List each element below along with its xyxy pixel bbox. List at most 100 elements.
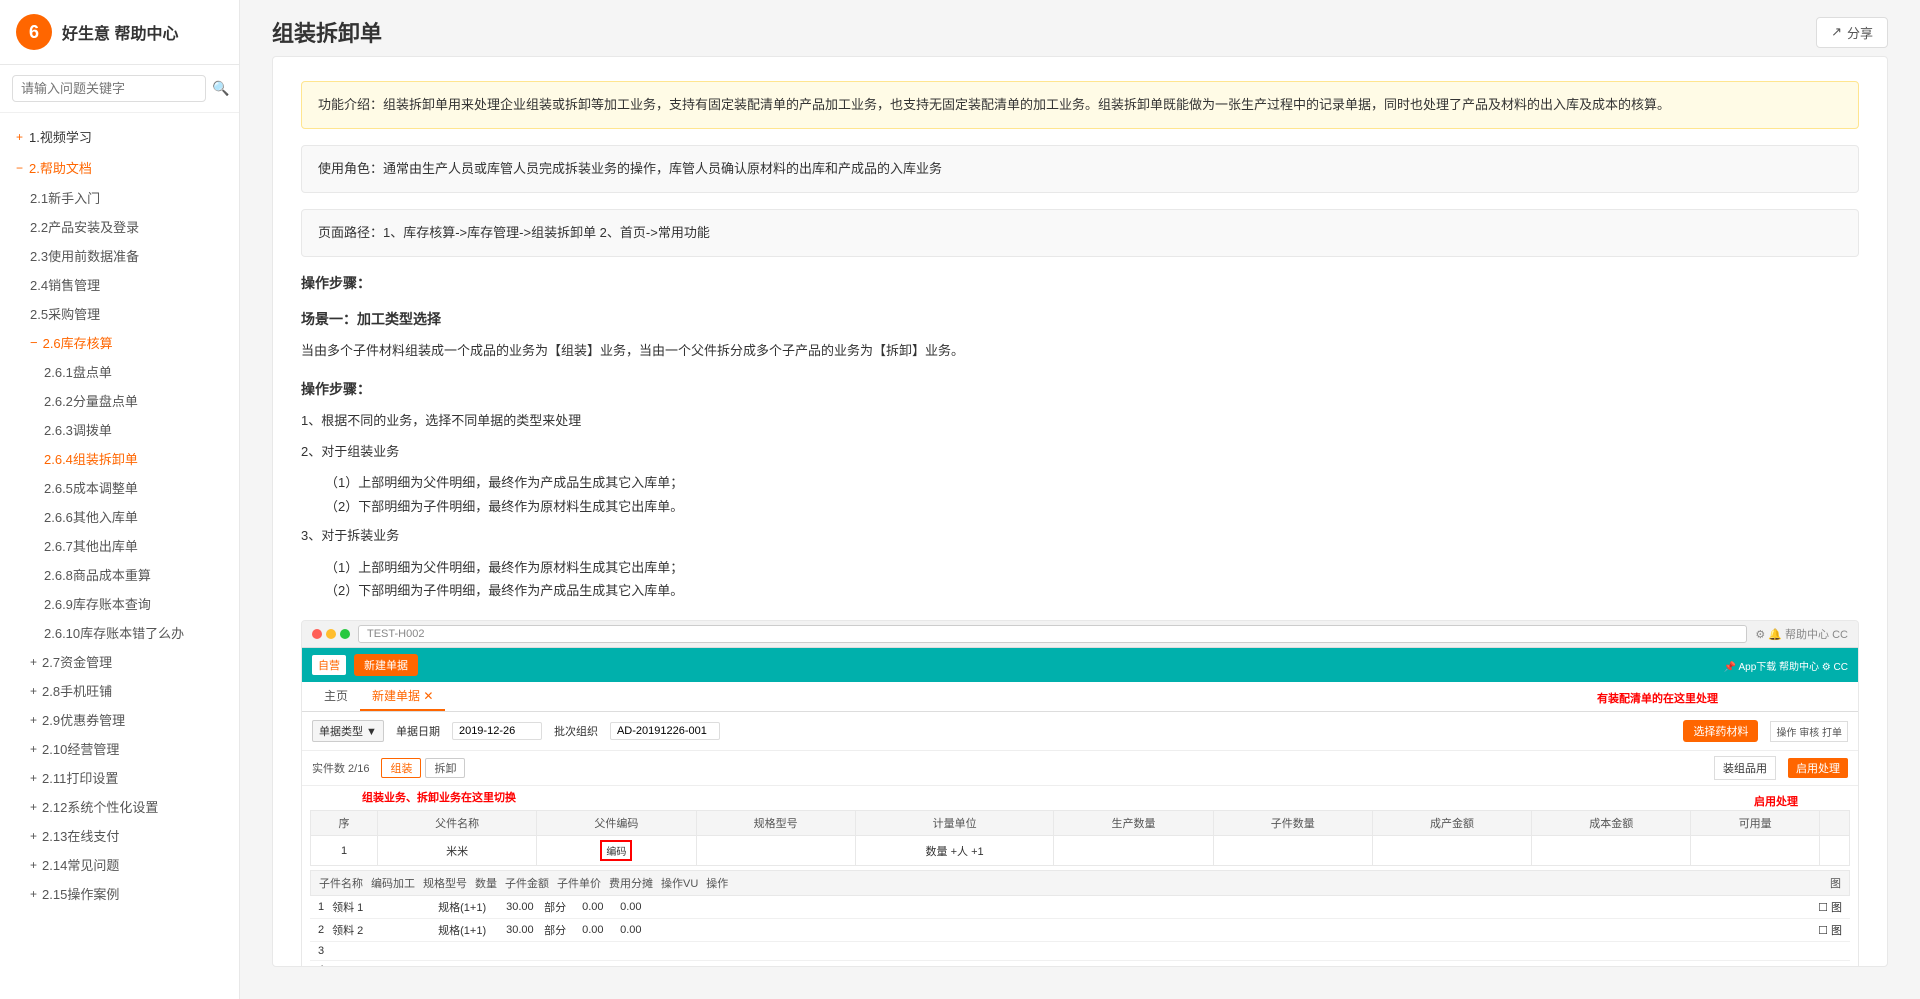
role-text: 使用角色：通常由生产人员或库管人员完成拆装业务的操作，库管人员确认原材料的出库和… bbox=[318, 161, 942, 176]
sidebar-item-capital[interactable]: + 2.7资金管理 bbox=[0, 647, 239, 676]
app-title: 好生意 帮助中心 bbox=[62, 20, 178, 44]
main-header: 组装拆卸单 ↗ 分享 bbox=[240, 0, 1920, 56]
sidebar-item-assembly[interactable]: 2.6.4组装拆卸单 bbox=[0, 444, 239, 473]
table-row: 1 米米 编码 数量 +人 +1 bbox=[311, 836, 1850, 866]
col-qty: 生产数量 bbox=[1054, 811, 1213, 836]
ops-steps-title: 操作步骤： bbox=[301, 379, 1859, 399]
screenshot-batch-label: 批次组织 bbox=[554, 723, 598, 739]
screenshot-inner-topbar: 自营 新建单据 📌 App下载 帮助中心 ⚙ CC bbox=[302, 648, 1858, 682]
sidebar-item-onlinepay[interactable]: + 2.13在线支付 bbox=[0, 821, 239, 850]
intro-text: 功能介绍：组装拆卸单用来处理企业组装或拆卸等加工业务，支持有固定装配清单的产品加… bbox=[318, 97, 1670, 112]
logo-icon: 6 bbox=[16, 14, 52, 50]
screenshot-topbar: TEST-H002 ⚙ 🔔 帮助中心 CC bbox=[302, 621, 1858, 648]
plus-icon: + bbox=[30, 771, 37, 785]
col-action bbox=[1820, 811, 1850, 836]
sidebar-item-splitstock[interactable]: 2.6.2分量盘点单 bbox=[0, 386, 239, 415]
col-spec: 规格型号 bbox=[696, 811, 855, 836]
sidebar-item-install[interactable]: 2.2产品安装及登录 bbox=[0, 212, 239, 241]
sidebar-item-stockerr[interactable]: 2.6.10库存账本错了么办 bbox=[0, 618, 239, 647]
page-title: 组装拆卸单 bbox=[272, 16, 382, 48]
screenshot-toggle-row: 实件数 2/16 组装 拆卸 装组品用 启用处理 组装业务 bbox=[302, 751, 1858, 786]
col-prod-amount: 成产金额 bbox=[1372, 811, 1531, 836]
close-window-icon bbox=[312, 629, 322, 639]
sidebar-item-stocktake[interactable]: 2.6.1盘点单 bbox=[0, 357, 239, 386]
screenshot-sub-table: 1领料 1规格(1+1)30.00部分0.000.00☐ 图 2领料 2规格(1… bbox=[310, 896, 1850, 967]
screenshot-form-row: 单据类型 ▼ 单据日期 批次组织 选择药材料 操作 审核 打单 有装配清单的在这… bbox=[302, 712, 1858, 751]
path-text: 页面路径：1、库存核算->库存管理->组装拆卸单 2、首页->常用功能 bbox=[318, 225, 710, 240]
col-avail: 可用量 bbox=[1691, 811, 1820, 836]
screenshot-content: 自营 新建单据 📌 App下载 帮助中心 ⚙ CC 主页 新建单据 ✕ 单据类型… bbox=[302, 648, 1858, 967]
browser-buttons bbox=[312, 629, 350, 639]
step3-sub2: （2）下部明细为子件明细，最终作为产成品生成其它入库单。 bbox=[325, 579, 1859, 602]
step3-sub1: （1）上部明细为父件明细，最终作为原材料生成其它出库单； bbox=[325, 556, 1859, 579]
sidebar-item-otherin[interactable]: 2.6.6其他入库单 bbox=[0, 502, 239, 531]
screenshot-nav-home: 自营 bbox=[312, 655, 346, 675]
screenshot-org-select: 装组品用 bbox=[1714, 756, 1776, 780]
sub-table-row: 2领料 2规格(1+1)30.00部分0.000.00☐ 图 bbox=[310, 919, 1850, 942]
intro-block: 功能介绍：组装拆卸单用来处理企业组装或拆卸等加工业务，支持有固定装配清单的产品加… bbox=[301, 81, 1859, 129]
screenshot-area: TEST-H002 ⚙ 🔔 帮助中心 CC 自营 新建单据 📌 App下载 帮助… bbox=[301, 620, 1859, 967]
plus-icon: + bbox=[30, 858, 37, 872]
sidebar-item-adjust[interactable]: 2.6.3调拨单 bbox=[0, 415, 239, 444]
search-icon[interactable]: 🔍 bbox=[212, 80, 229, 97]
screenshot-action-btns: 操作 审核 打单 bbox=[1770, 721, 1848, 742]
screenshot-form-date-label: 单据日期 bbox=[396, 723, 440, 739]
col-unit: 计量单位 bbox=[855, 811, 1054, 836]
sidebar-item-goodscost[interactable]: 2.6.8商品成本重算 bbox=[0, 560, 239, 589]
sidebar-item-new[interactable]: 2.1新手入门 bbox=[0, 183, 239, 212]
col-parent-name: 父件名称 bbox=[378, 811, 537, 836]
sidebar-item-costadj[interactable]: 2.6.5成本调整单 bbox=[0, 473, 239, 502]
path-block: 页面路径：1、库存核算->库存管理->组装拆卸单 2、首页->常用功能 bbox=[301, 209, 1859, 257]
screenshot-process-btn[interactable]: 启用处理 bbox=[1788, 758, 1848, 778]
sidebar-header: 6 好生意 帮助中心 bbox=[0, 0, 239, 65]
screenshot-doctype-select: 单据类型 ▼ bbox=[312, 720, 384, 742]
sidebar-item-video[interactable]: + 1.视频学习 bbox=[0, 121, 239, 152]
sidebar-item-mobile[interactable]: + 2.8手机旺铺 bbox=[0, 676, 239, 705]
col-parent-code: 父件编码 bbox=[537, 811, 696, 836]
screenshot-table-area: 序 父件名称 父件编码 规格型号 计量单位 生产数量 子件数量 成产金额 成本金… bbox=[302, 786, 1858, 967]
search-input[interactable] bbox=[12, 75, 206, 102]
annotation-assembly-list: 有装配清单的在这里处理 bbox=[1597, 690, 1718, 706]
step2-sub1: （1）上部明细为父件明细，最终作为产成品生成其它入库单； bbox=[325, 471, 1859, 494]
plus-icon: + bbox=[30, 887, 37, 901]
screenshot-table: 序 父件名称 父件编码 规格型号 计量单位 生产数量 子件数量 成产金额 成本金… bbox=[310, 810, 1850, 866]
sidebar-item-label: 1.视频学习 bbox=[29, 127, 92, 146]
red-box-cell: 编码 bbox=[600, 840, 632, 861]
sidebar-item-docs[interactable]: − 2.帮助文档 bbox=[0, 152, 239, 183]
sub-table-row-empty: 4 bbox=[310, 961, 1850, 967]
step2: 2、对于组装业务 bbox=[301, 440, 1859, 463]
screenshot-toggle-btn[interactable]: 组装 bbox=[381, 758, 421, 778]
sidebar-item-coupon[interactable]: + 2.9优惠券管理 bbox=[0, 705, 239, 734]
step2-sub2: （2）下部明细为子件明细，最终作为原材料生成其它出库单。 bbox=[325, 495, 1859, 518]
sidebar-item-print[interactable]: + 2.11打印设置 bbox=[0, 763, 239, 792]
sidebar-item-purchase[interactable]: 2.5采购管理 bbox=[0, 299, 239, 328]
sidebar-item-ops[interactable]: + 2.10经营管理 bbox=[0, 734, 239, 763]
sidebar-item-faq[interactable]: + 2.14常见问题 bbox=[0, 850, 239, 879]
sidebar-item-stockcheck[interactable]: 2.6.9库存账本查询 bbox=[0, 589, 239, 618]
sidebar-item-cases[interactable]: + 2.15操作案例 bbox=[0, 879, 239, 908]
screenshot-date-input[interactable] bbox=[452, 722, 542, 740]
sidebar-item-otherout[interactable]: 2.6.7其他出库单 bbox=[0, 531, 239, 560]
sidebar-item-sales[interactable]: 2.4销售管理 bbox=[0, 270, 239, 299]
search-box: 🔍 bbox=[0, 65, 239, 113]
plus-icon: + bbox=[30, 742, 37, 756]
plus-icon: + bbox=[30, 800, 37, 814]
plus-icon: + bbox=[30, 829, 37, 843]
sidebar-item-sysconfig[interactable]: + 2.12系统个性化设置 bbox=[0, 792, 239, 821]
content-area: 功能介绍：组装拆卸单用来处理企业组装或拆卸等加工业务，支持有固定装配清单的产品加… bbox=[272, 56, 1888, 967]
topbar-icons: ⚙ 🔔 帮助中心 CC bbox=[1755, 626, 1848, 642]
plus-icon: + bbox=[30, 684, 37, 698]
sidebar-item-label: 2.帮助文档 bbox=[29, 158, 92, 177]
annotation-process: 启用处理 bbox=[1754, 793, 1798, 809]
url-bar: TEST-H002 bbox=[358, 625, 1747, 643]
screenshot-batch-input[interactable] bbox=[610, 722, 720, 740]
sidebar: 6 好生意 帮助中心 🔍 + 1.视频学习 − 2.帮助文档 2.1新手入门 2… bbox=[0, 0, 240, 999]
plus-icon: + bbox=[30, 655, 37, 669]
step1: 1、根据不同的业务，选择不同单据的类型来处理 bbox=[301, 409, 1859, 432]
sidebar-item-inventory[interactable]: − 2.6库存核算 bbox=[0, 328, 239, 357]
screenshot-select-material-btn[interactable]: 选择药材料 bbox=[1683, 720, 1758, 742]
screenshot-toggle-area: 组装 拆卸 bbox=[381, 758, 465, 778]
sidebar-item-data[interactable]: 2.3使用前数据准备 bbox=[0, 241, 239, 270]
share-button[interactable]: ↗ 分享 bbox=[1816, 17, 1888, 48]
sub-table-row: 1领料 1规格(1+1)30.00部分0.000.00☐ 图 bbox=[310, 896, 1850, 919]
